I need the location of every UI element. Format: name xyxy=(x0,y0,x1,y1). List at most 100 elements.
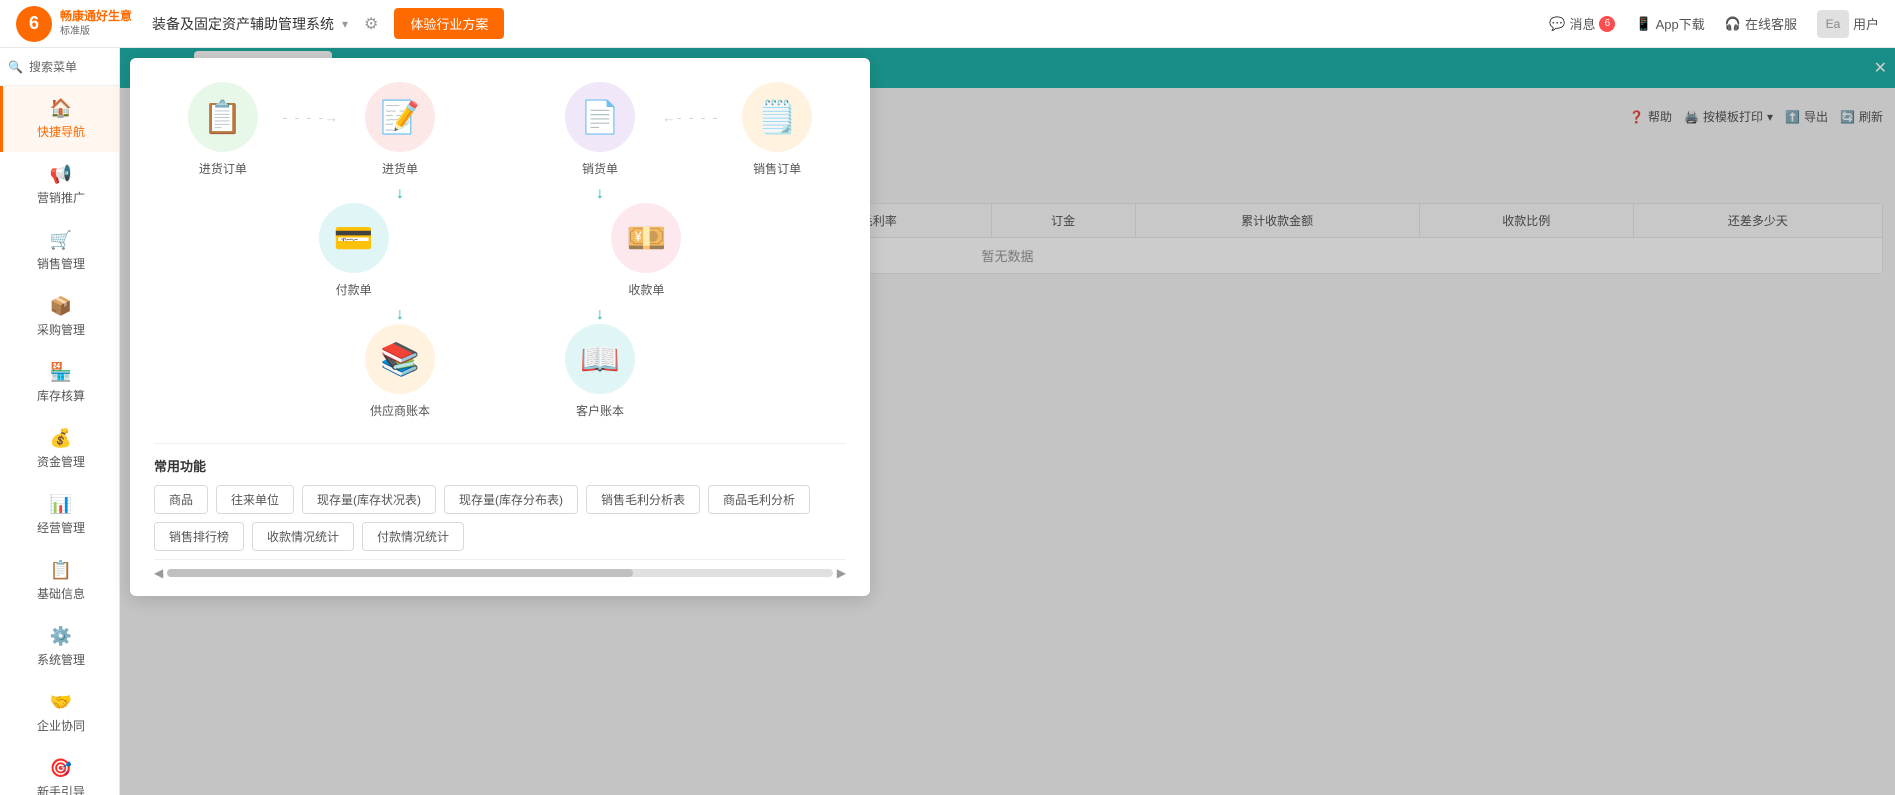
beginner-icon: 🎯 xyxy=(50,758,72,779)
app-download-action[interactable]: 📱 App下载 xyxy=(1635,14,1704,33)
user-label: 用户 xyxy=(1853,14,1879,33)
settings-icon[interactable]: ⚙ xyxy=(364,14,378,34)
flow-node-supplier-account[interactable]: 📚 供应商账本 xyxy=(340,324,460,419)
scroll-right-arrow[interactable]: ▶ xyxy=(837,566,846,580)
purchase-order-label: 进货订单 xyxy=(199,160,247,177)
supplier-account-circle[interactable]: 📚 xyxy=(365,324,435,394)
flow-node-receipt[interactable]: 💴 收款单 xyxy=(607,203,687,298)
func-btn-payment-stat[interactable]: 付款情况统计 xyxy=(362,522,464,551)
user-action[interactable]: Ea 用户 xyxy=(1817,10,1879,38)
sidebar-item-label: 系统管理 xyxy=(37,651,85,668)
sales-order-label: 销售订单 xyxy=(753,160,801,177)
message-action[interactable]: 💬 消息 6 xyxy=(1549,14,1615,33)
phone-icon: 📱 xyxy=(1635,16,1651,32)
finance-icon: 💰 xyxy=(50,428,72,449)
customer-account-icon: 📖 xyxy=(580,340,620,378)
arrow-row: ↓ ↓ xyxy=(154,185,846,203)
sidebar-item-beginner[interactable]: 🎯 新手引导 xyxy=(0,746,119,795)
sidebar-search[interactable]: 🔍 搜索菜单 xyxy=(0,48,119,86)
purchase-bill-circle[interactable]: 📝 xyxy=(365,82,435,152)
receipt-circle[interactable]: 💴 xyxy=(611,203,681,273)
down-arrow-purchase: ↓ xyxy=(340,185,460,203)
sidebar-item-basic-info[interactable]: 📋 基础信息 xyxy=(0,548,119,614)
payment-circle[interactable]: 💳 xyxy=(319,203,389,273)
sales-order-circle[interactable]: 🗒️ xyxy=(742,82,812,152)
down-arrow-sales: ↓ xyxy=(540,185,660,203)
customer-account-circle[interactable]: 📖 xyxy=(565,324,635,394)
flow-node-purchase-bill[interactable]: 📝 进货单 xyxy=(340,82,460,177)
inventory-icon: 🏪 xyxy=(50,362,72,383)
sidebar-item-marketing[interactable]: 📢 营销推广 xyxy=(0,152,119,218)
down-arrow-receipt: ↓ xyxy=(540,306,660,324)
func-btn-stock-dist[interactable]: 现存量(库存分布表) xyxy=(444,485,578,514)
top-header: 6 畅康通好生意 标准版 装备及固定资产辅助管理系统 ▾ ⚙ 体验行业方案 💬 … xyxy=(0,0,1895,48)
online-service-action[interactable]: 🎧 在线客服 xyxy=(1725,14,1797,33)
sidebar-item-purchase[interactable]: 📦 采购管理 xyxy=(0,284,119,350)
supplier-account-label: 供应商账本 xyxy=(370,402,430,419)
sidebar-item-sales[interactable]: 🛒 销售管理 xyxy=(0,218,119,284)
sidebar-item-label: 库存核算 xyxy=(37,387,85,404)
sales-order-icon: 🗒️ xyxy=(757,98,797,136)
search-label: 搜索菜单 xyxy=(29,58,77,75)
sales-bill-label: 销货单 xyxy=(582,160,618,177)
sidebar-item-enterprise[interactable]: 🤝 企业协同 xyxy=(0,680,119,746)
payment-label: 付款单 xyxy=(336,281,372,298)
common-funcs: 常用功能 商品 往来单位 现存量(库存状况表) 现存量(库存分布表) 销售毛利分… xyxy=(154,443,846,551)
sidebar-item-label: 营销推广 xyxy=(37,189,85,206)
purchase-order-circle[interactable]: 📋 xyxy=(188,82,258,152)
trial-button[interactable]: 体验行业方案 xyxy=(394,8,504,39)
sidebar-item-inventory[interactable]: 🏪 库存核算 xyxy=(0,350,119,416)
sys-icon: ⚙️ xyxy=(50,626,72,647)
sidebar-item-label: 经营管理 xyxy=(37,519,85,536)
flow-node-payment[interactable]: 💳 付款单 xyxy=(314,203,394,298)
system-title-area: 装备及固定资产辅助管理系统 ▾ ⚙ xyxy=(152,14,378,34)
flow-node-purchase-order[interactable]: 📋 进货订单 xyxy=(163,82,283,177)
func-btn-stock-status[interactable]: 现存量(库存状况表) xyxy=(302,485,436,514)
message-badge: 6 xyxy=(1599,16,1615,32)
func-buttons-row-2: 销售排行榜 收款情况统计 付款情况统计 xyxy=(154,522,846,551)
scrollbar-track[interactable] xyxy=(167,569,833,577)
func-btn-goods-gross[interactable]: 商品毛利分析 xyxy=(708,485,810,514)
purchase-icon: 📦 xyxy=(50,296,72,317)
down-arrow-payment: ↓ xyxy=(340,306,460,324)
arrow-row-2: ↓ ↓ xyxy=(154,306,846,324)
system-title: 装备及固定资产辅助管理系统 xyxy=(152,14,334,34)
func-btn-sales-gross[interactable]: 销售毛利分析表 xyxy=(586,485,700,514)
sidebar-item-label: 销售管理 xyxy=(37,255,85,272)
sales-bill-circle[interactable]: 📄 xyxy=(565,82,635,152)
receipt-icon: 💴 xyxy=(627,219,667,257)
flow-node-customer-account[interactable]: 📖 客户账本 xyxy=(540,324,660,419)
sidebar-item-label: 企业协同 xyxy=(37,717,85,734)
payment-icon: 💳 xyxy=(334,219,374,257)
sidebar-item-label: 快捷导航 xyxy=(37,123,85,140)
func-btn-goods[interactable]: 商品 xyxy=(154,485,208,514)
operations-icon: 📊 xyxy=(50,494,72,515)
enterprise-icon: 🤝 xyxy=(50,692,72,713)
purchase-order-icon: 📋 xyxy=(203,98,243,136)
arrow-purchase-order-to-bill: - - - -→ xyxy=(283,110,340,149)
sales-icon: 🛒 xyxy=(50,230,72,251)
logo-line2: 标准版 xyxy=(60,25,132,38)
func-btn-receipt-stat[interactable]: 收款情况统计 xyxy=(252,522,354,551)
sidebar: 🔍 搜索菜单 🏠 快捷导航 📢 营销推广 🛒 销售管理 📦 采购管理 🏪 库存核… xyxy=(0,48,120,795)
scroll-left-arrow[interactable]: ◀ xyxy=(154,566,163,580)
common-funcs-title: 常用功能 xyxy=(154,456,846,475)
func-btn-partners[interactable]: 往来单位 xyxy=(216,485,294,514)
sidebar-item-label: 新手引导 xyxy=(37,783,85,795)
flow-row-1: 📋 进货订单 - - - -→ 📝 进货单 xyxy=(154,82,846,177)
flow-node-sales-order[interactable]: 🗒️ 销售订单 xyxy=(717,82,837,177)
sidebar-item-sys-mgmt[interactable]: ⚙️ 系统管理 xyxy=(0,614,119,680)
dropdown-arrow-icon[interactable]: ▾ xyxy=(342,17,348,31)
home-icon: 🏠 xyxy=(50,98,72,119)
sidebar-item-quick-nav[interactable]: 🏠 快捷导航 xyxy=(0,86,119,152)
receipt-label: 收款单 xyxy=(628,281,664,298)
flow-row-3: 📚 供应商账本 📖 客户账本 xyxy=(154,324,846,419)
sidebar-item-label: 采购管理 xyxy=(37,321,85,338)
logo-area: 6 畅康通好生意 标准版 xyxy=(16,6,136,42)
sidebar-item-finance[interactable]: 💰 资金管理 xyxy=(0,416,119,482)
message-label: 消息 xyxy=(1569,14,1595,33)
sidebar-item-operations[interactable]: 📊 经营管理 xyxy=(0,482,119,548)
func-btn-sales-rank[interactable]: 销售排行榜 xyxy=(154,522,244,551)
app-download-label: App下载 xyxy=(1656,14,1705,33)
flow-node-sales-bill[interactable]: 📄 销货单 xyxy=(540,82,660,177)
